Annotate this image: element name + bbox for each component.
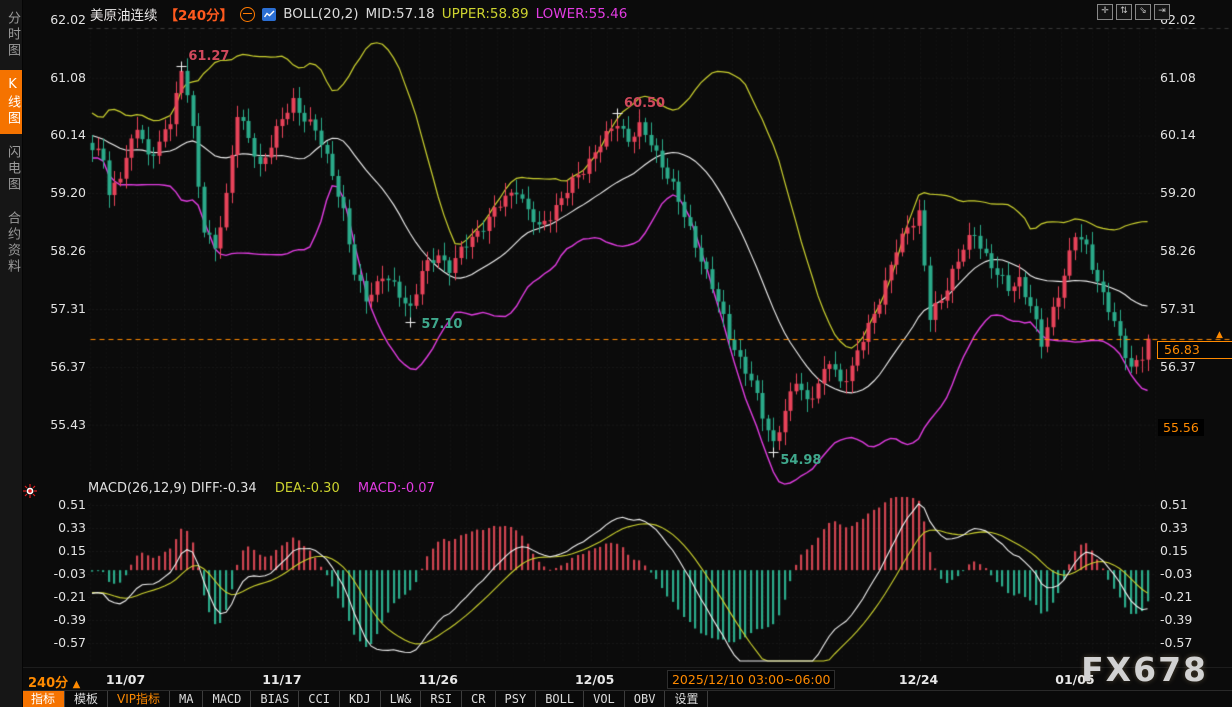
macd-label-left: 0.51 — [24, 497, 86, 512]
price-label-left: 60.14 — [24, 127, 86, 142]
macd-label-left: 0.15 — [24, 543, 86, 558]
price-label-right: 59.20 — [1160, 185, 1196, 200]
macd-label-right: 0.51 — [1160, 497, 1188, 512]
timeline-bar: 240分 ▲ 11/0711/1711/2612/0512/2401/05202… — [22, 667, 1232, 690]
price-annotation: 60.50 — [624, 96, 665, 111]
sidebar-tab-0[interactable]: 分时图 — [0, 4, 22, 66]
pan-right-icon[interactable]: ⇥ — [1154, 4, 1170, 20]
toolbar-item-BIAS[interactable]: BIAS — [251, 691, 299, 707]
macd-label-right: 0.15 — [1160, 543, 1188, 558]
toolbar-item-MA[interactable]: MA — [170, 691, 203, 707]
toolbar-item-指标[interactable]: 指标 — [22, 691, 65, 707]
toolbar-item-BOLL[interactable]: BOLL — [536, 691, 584, 707]
price-label-left: 61.08 — [24, 70, 86, 85]
price-label-left: 57.31 — [24, 301, 86, 316]
toolbar-item-CR[interactable]: CR — [462, 691, 495, 707]
price-up-arrow-icon: ▲ — [1216, 330, 1223, 340]
sidebar-tab-2[interactable]: 闪电图 — [0, 138, 22, 200]
macd-label-right: -0.21 — [1160, 589, 1192, 604]
chart-window: 分时图 K线图闪电图合约资料 美原油连续 【240分】 BOLL(20,2) MI… — [0, 0, 1232, 707]
toolbar-item-MACD[interactable]: MACD — [203, 691, 251, 707]
price-label-right: 56.37 — [1160, 359, 1196, 374]
macd-label-right: 0.33 — [1160, 520, 1188, 535]
toolbar-item-VOL[interactable]: VOL — [584, 691, 625, 707]
date-tick: 12/05 — [565, 672, 625, 687]
price-label-left: 59.20 — [24, 185, 86, 200]
toolbar-item-设置[interactable]: 设置 — [665, 691, 708, 707]
indicator-live-icon[interactable] — [23, 483, 37, 497]
lower-band-tag: 55.56 — [1158, 419, 1204, 436]
date-tick: 11/07 — [96, 672, 156, 687]
price-label-right: 61.08 — [1160, 70, 1196, 85]
toolbar-item-模板[interactable]: 模板 — [65, 691, 108, 707]
price-label-left: 58.26 — [24, 243, 86, 258]
date-tick: 11/26 — [408, 672, 468, 687]
macd-label-right: -0.57 — [1160, 635, 1192, 650]
date-tick: 11/17 — [252, 672, 312, 687]
price-label-left: 55.43 — [24, 417, 86, 432]
price-label-left: 56.37 — [24, 359, 86, 374]
chart-type-icon[interactable] — [262, 8, 276, 21]
macd-label-left: -0.03 — [24, 566, 86, 581]
zoom-vertical-icon[interactable]: ⇅ — [1116, 4, 1132, 20]
toolbar-item-PSY[interactable]: PSY — [496, 691, 537, 707]
selected-bar-datetime: 2025/12/10 03:00~06:00 三 — [667, 670, 835, 689]
toolbar-item-VIP指标[interactable]: VIP指标 — [108, 691, 170, 707]
toolbar-item-LW&[interactable]: LW& — [381, 691, 422, 707]
price-annotation: 54.98 — [780, 453, 821, 468]
period-selector[interactable]: 240分 ▲ — [28, 672, 80, 691]
macd-label-left: -0.39 — [24, 612, 86, 627]
macd-label-right: -0.03 — [1160, 566, 1192, 581]
toolbar-item-KDJ[interactable]: KDJ — [340, 691, 381, 707]
boll-upper-value: UPPER:58.89 — [442, 6, 529, 22]
price-label-right: 60.14 — [1160, 127, 1196, 142]
price-annotation: 61.27 — [188, 49, 229, 64]
toolbar-item-CCI[interactable]: CCI — [299, 691, 340, 707]
price-label-right: 57.31 — [1160, 301, 1196, 316]
macd-label-left: 0.33 — [24, 520, 86, 535]
price-annotation: 57.10 — [421, 317, 462, 332]
price-label-right: 58.26 — [1160, 243, 1196, 258]
period-label[interactable]: 【240分】 — [165, 4, 234, 24]
zoom-corner-icon[interactable]: ⇘ — [1135, 4, 1151, 20]
sidebar-tab-1[interactable]: K线图 — [0, 70, 22, 134]
chart-header: 美原油连续 【240分】 BOLL(20,2) MID:57.18 UPPER:… — [90, 3, 627, 25]
macd-hist-value: MACD:-0.07 — [358, 481, 435, 496]
watermark: FX678 — [1081, 650, 1208, 689]
symbol-title: 美原油连续 — [90, 4, 158, 24]
macd-label-right: -0.39 — [1160, 612, 1192, 627]
left-sidebar: 分时图 K线图闪电图合约资料 — [0, 0, 23, 707]
boll-lower-value: LOWER:55.46 — [536, 6, 628, 22]
toolbar-item-RSI[interactable]: RSI — [421, 691, 462, 707]
macd-dea-value: DEA:-0.30 — [275, 481, 340, 496]
macd-header: MACD(26,12,9) DIFF:-0.34 DEA:-0.30 MACD:… — [88, 481, 435, 496]
indicator-name: BOLL(20,2) — [283, 6, 358, 22]
collapse-icon[interactable] — [240, 7, 255, 22]
current-price-tag: 56.83 — [1157, 341, 1232, 359]
chart-canvas[interactable] — [0, 0, 1232, 707]
boll-mid-value: MID:57.18 — [365, 6, 434, 22]
toolbar-item-OBV[interactable]: OBV — [625, 691, 666, 707]
macd-label-left: -0.21 — [24, 589, 86, 604]
move-icon[interactable]: ✛ — [1097, 4, 1113, 20]
window-controls: ✛⇅⇘⇥ — [1097, 4, 1170, 20]
macd-label-left: -0.57 — [24, 635, 86, 650]
date-tick: 12/24 — [889, 672, 949, 687]
macd-params-diff: MACD(26,12,9) DIFF:-0.34 — [88, 481, 257, 496]
bottom-toolbar: 指标模板VIP指标MAMACDBIASCCIKDJLW&RSICRPSYBOLL… — [22, 690, 1232, 707]
sidebar-tab-3[interactable]: 合约资料 — [0, 204, 22, 282]
price-label-left: 62.02 — [24, 12, 86, 27]
